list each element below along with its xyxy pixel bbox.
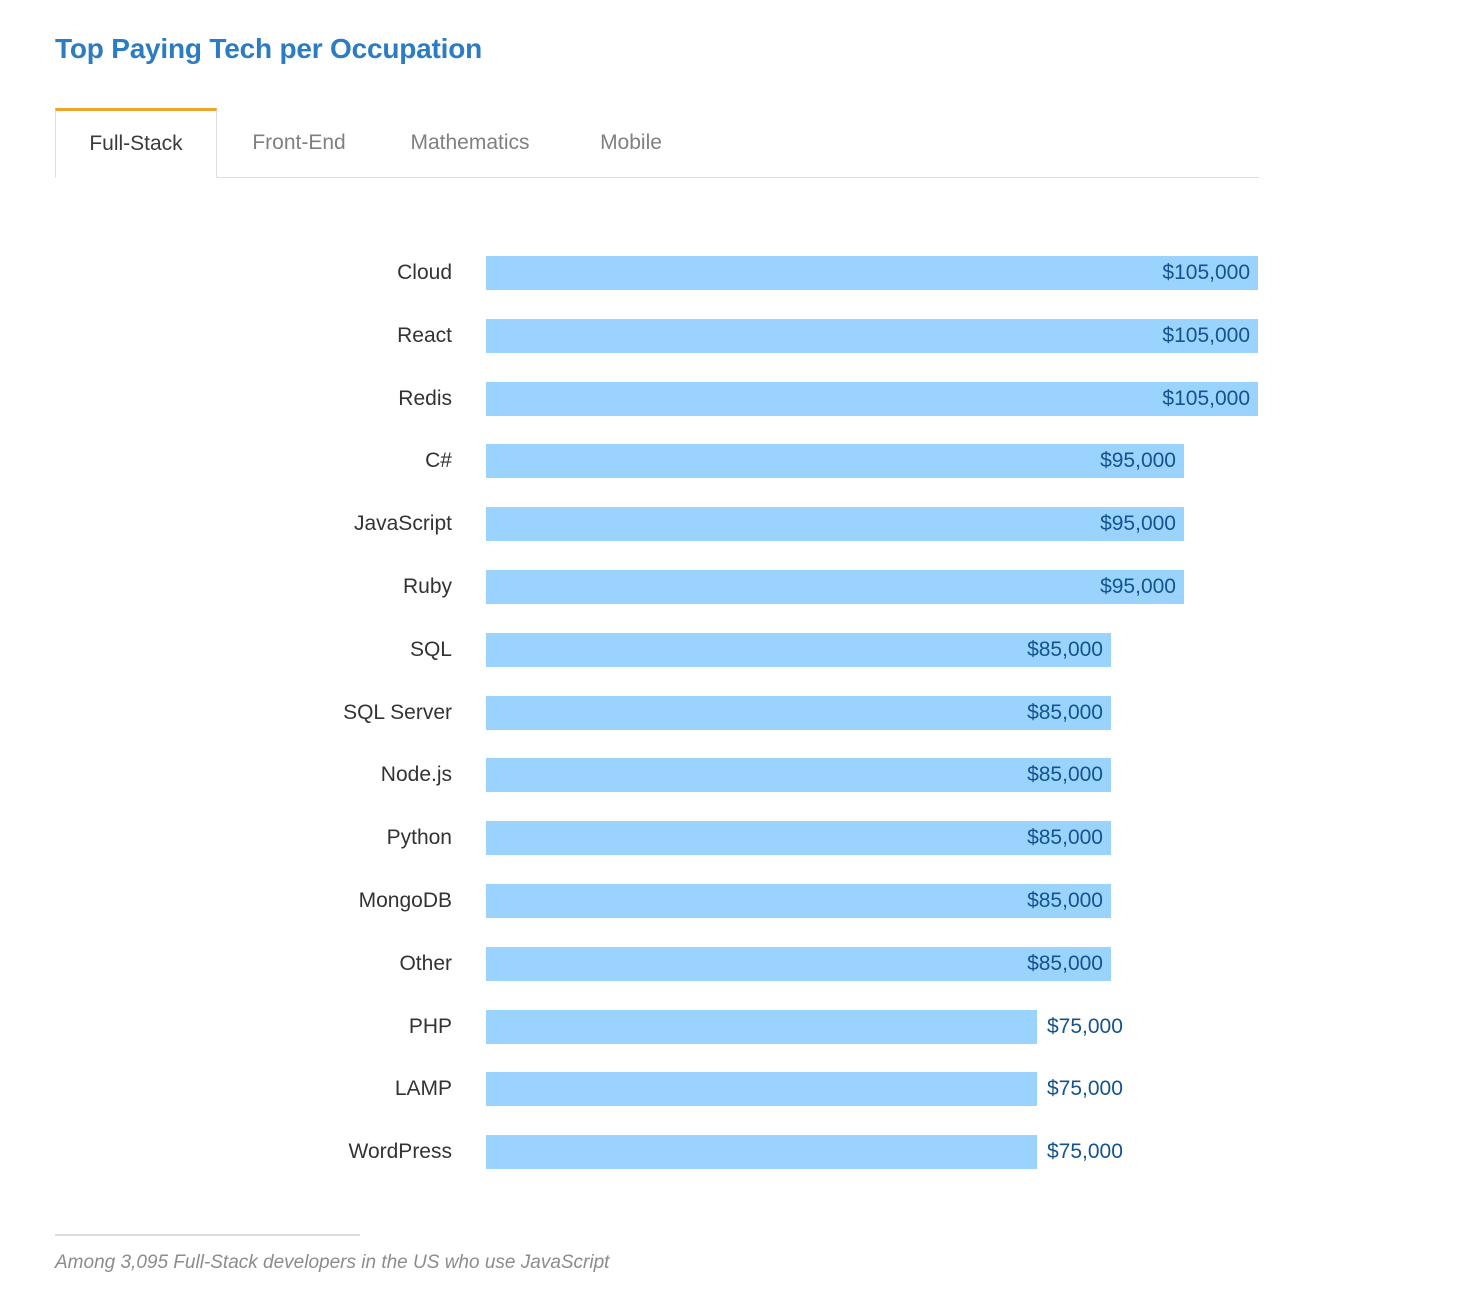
bar-row: Node.js $85,000 bbox=[0, 758, 1300, 792]
bar-value-label: $85,000 bbox=[1027, 826, 1103, 849]
bar-category-label: WordPress bbox=[348, 1140, 452, 1163]
bar-value-label: $105,000 bbox=[1162, 261, 1250, 284]
bar-row: Redis $105,000 bbox=[0, 382, 1300, 416]
bar-track: $75,000 bbox=[486, 1010, 1123, 1044]
bar-category-label: SQL bbox=[409, 638, 452, 661]
bar-row: SQL $85,000 bbox=[0, 633, 1300, 667]
bar-category-label: PHP bbox=[408, 1015, 452, 1038]
bar-track: $95,000 bbox=[486, 444, 1184, 478]
bar-fill[interactable] bbox=[486, 382, 1258, 416]
bar-row: Other $85,000 bbox=[0, 947, 1300, 981]
bar-value-label: $75,000 bbox=[1047, 1015, 1123, 1038]
chart-page: Top Paying Tech per Occupation Full-Stac… bbox=[0, 0, 1484, 1316]
bar-fill[interactable] bbox=[486, 1072, 1037, 1106]
bar-track: $75,000 bbox=[486, 1072, 1123, 1106]
bar-fill[interactable] bbox=[486, 319, 1258, 353]
bar-row: JavaScript $95,000 bbox=[0, 507, 1300, 541]
bar-category-label: JavaScript bbox=[353, 512, 452, 535]
bar-track: $85,000 bbox=[486, 947, 1111, 981]
tab-label: Full-Stack bbox=[89, 132, 183, 155]
bar-fill[interactable] bbox=[486, 633, 1111, 667]
bar-value-label: $105,000 bbox=[1162, 324, 1250, 347]
bar-value-label: $95,000 bbox=[1100, 449, 1176, 472]
bar-track: $105,000 bbox=[486, 382, 1258, 416]
bar-category-label: MongoDB bbox=[358, 889, 452, 912]
bar-track: $105,000 bbox=[486, 256, 1258, 290]
bar-row: Python $85,000 bbox=[0, 821, 1300, 855]
bar-row: LAMP $75,000 bbox=[0, 1072, 1300, 1106]
bar-category-label: Ruby bbox=[402, 575, 452, 598]
bar-fill[interactable] bbox=[486, 570, 1184, 604]
bar-value-label: $85,000 bbox=[1027, 952, 1103, 975]
bar-track: $95,000 bbox=[486, 507, 1184, 541]
bar-track: $105,000 bbox=[486, 319, 1258, 353]
bar-track: $95,000 bbox=[486, 570, 1184, 604]
bar-track: $85,000 bbox=[486, 696, 1111, 730]
bar-value-label: $95,000 bbox=[1100, 575, 1176, 598]
bar-fill[interactable] bbox=[486, 821, 1111, 855]
bar-track: $85,000 bbox=[486, 633, 1111, 667]
bar-row: PHP $75,000 bbox=[0, 1010, 1300, 1044]
bar-row: WordPress $75,000 bbox=[0, 1135, 1300, 1169]
bar-fill[interactable] bbox=[486, 507, 1184, 541]
bar-fill[interactable] bbox=[486, 696, 1111, 730]
footer-note: Among 3,095 Full-Stack developers in the… bbox=[55, 1252, 610, 1273]
bar-fill[interactable] bbox=[486, 1135, 1037, 1169]
bar-row: SQL Server $85,000 bbox=[0, 696, 1300, 730]
bar-category-label: Cloud bbox=[397, 261, 452, 284]
bar-category-label: SQL Server bbox=[343, 701, 452, 724]
tab-full-stack[interactable]: Full-Stack bbox=[55, 108, 217, 178]
bar-row: C# $95,000 bbox=[0, 444, 1300, 478]
bar-row: Ruby $95,000 bbox=[0, 570, 1300, 604]
bar-value-label: $75,000 bbox=[1047, 1140, 1123, 1163]
bar-category-label: Other bbox=[399, 952, 452, 975]
bar-row: React $105,000 bbox=[0, 319, 1300, 353]
bar-category-label: React bbox=[397, 324, 452, 347]
bar-value-label: $85,000 bbox=[1027, 763, 1103, 786]
bar-chart: Cloud $105,000 React $105,000 Redis $105,000 C… bbox=[0, 0, 1484, 1316]
bar-track: $75,000 bbox=[486, 1135, 1123, 1169]
bar-value-label: $105,000 bbox=[1162, 387, 1250, 410]
bar-fill[interactable] bbox=[486, 758, 1111, 792]
bar-track: $85,000 bbox=[486, 884, 1111, 918]
bar-category-label: LAMP bbox=[394, 1077, 452, 1100]
bar-value-label: $85,000 bbox=[1027, 638, 1103, 661]
bar-fill[interactable] bbox=[486, 947, 1111, 981]
bar-category-label: Redis bbox=[398, 387, 452, 410]
bar-value-label: $75,000 bbox=[1047, 1077, 1123, 1100]
bar-fill[interactable] bbox=[486, 256, 1258, 290]
bar-fill[interactable] bbox=[486, 884, 1111, 918]
bar-row: Cloud $105,000 bbox=[0, 256, 1300, 290]
bar-row: MongoDB $85,000 bbox=[0, 884, 1300, 918]
bar-category-label: C# bbox=[425, 449, 452, 472]
bar-value-label: $85,000 bbox=[1027, 889, 1103, 912]
bar-value-label: $85,000 bbox=[1027, 701, 1103, 724]
footer-divider bbox=[55, 1234, 360, 1236]
bar-value-label: $95,000 bbox=[1100, 512, 1176, 535]
bar-track: $85,000 bbox=[486, 758, 1111, 792]
bar-fill[interactable] bbox=[486, 444, 1184, 478]
bar-category-label: Node.js bbox=[380, 763, 452, 786]
bar-fill[interactable] bbox=[486, 1010, 1037, 1044]
bar-category-label: Python bbox=[386, 826, 452, 849]
bar-track: $85,000 bbox=[486, 821, 1111, 855]
